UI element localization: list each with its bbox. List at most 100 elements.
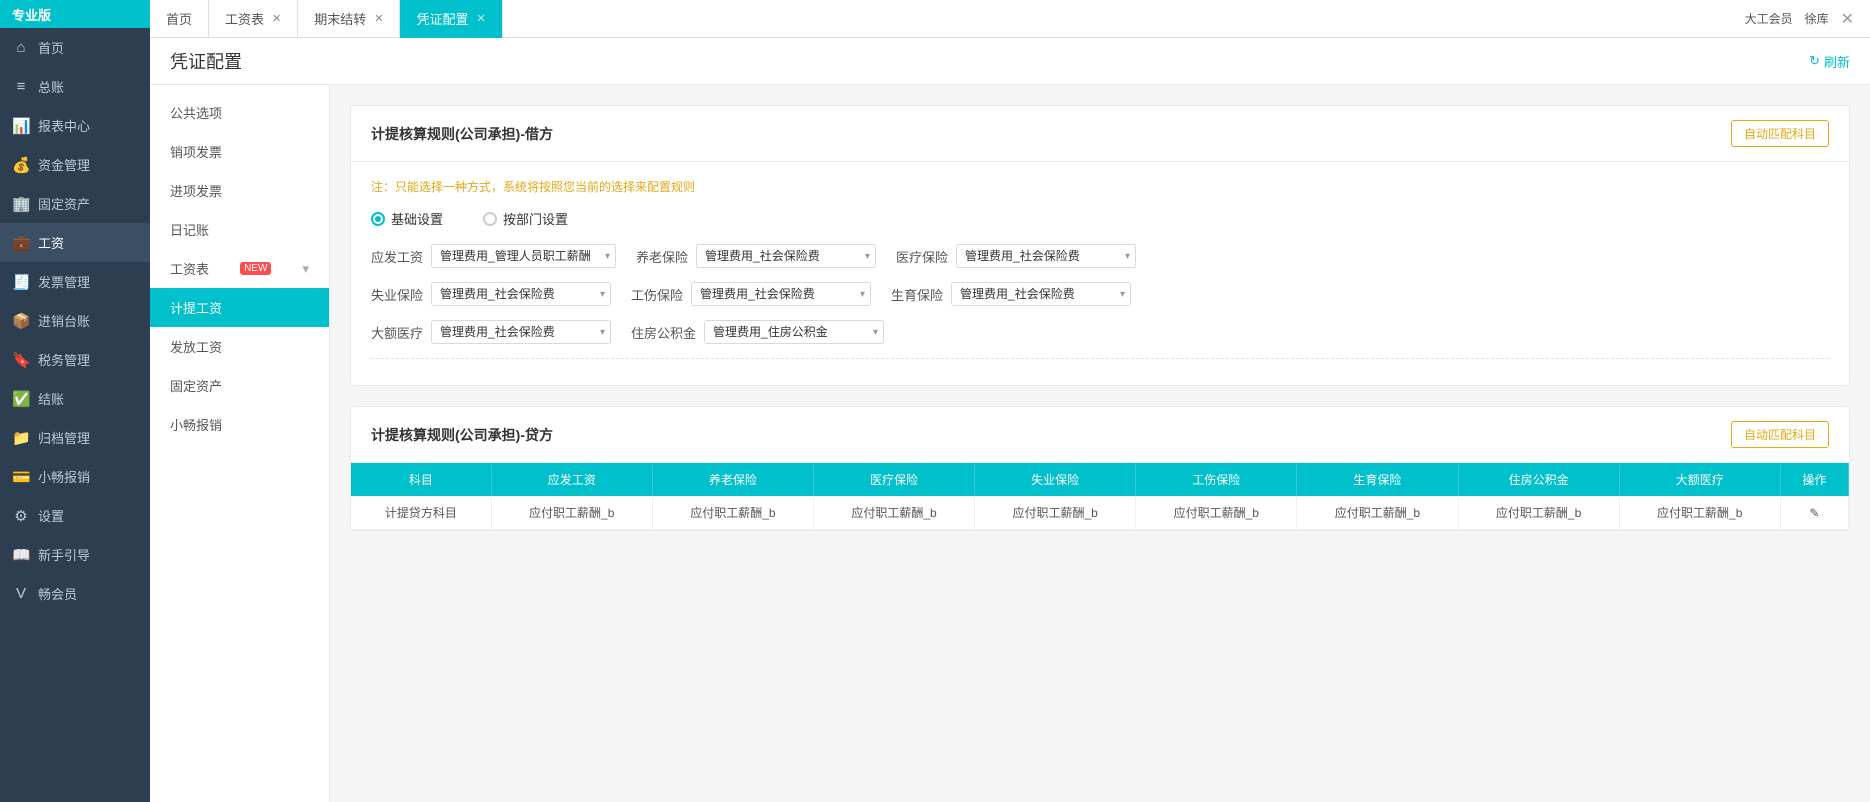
injury-select[interactable]: 管理费用_社会保险费 [691, 282, 871, 306]
sidebar-item-report[interactable]: 📊 报表中心 [0, 106, 150, 145]
sidebar-item-label: 小畅报销 [38, 467, 90, 486]
app-logo: 专业版 [0, 0, 150, 28]
tab-home[interactable]: 首页 [150, 0, 209, 38]
credit-section: 计提核算规则(公司承担)-贷方 自动匹配科目 科目 应发工资 养老保险 医疗保险… [350, 406, 1850, 531]
refresh-button[interactable]: ↻ 刷新 [1809, 52, 1850, 71]
cell-pension: 应付职工薪酬_b [652, 496, 813, 530]
nav-item-calc-salary-label: 计提工资 [170, 298, 222, 317]
tab-salary-table-label: 工资表 [225, 9, 264, 28]
pension-label: 养老保险 [636, 247, 688, 266]
col-action: 操作 [1780, 463, 1848, 496]
sidebar-item-member[interactable]: V 畅会员 [0, 574, 150, 613]
sidebar-item-label: 工资 [38, 233, 64, 252]
field-housing: 住房公积金 管理费用_住房公积金 ▾ [631, 320, 884, 344]
nav-item-sales-invoice-label: 销项发票 [170, 142, 222, 161]
tab-voucher-config[interactable]: 凭证配置 ✕ [400, 0, 502, 38]
nav-item-fixed-assets-label: 固定资产 [170, 376, 222, 395]
sidebar-item-capital[interactable]: 💰 资金管理 [0, 145, 150, 184]
sidebar-item-stock[interactable]: 📦 进销台账 [0, 301, 150, 340]
nav-item-purchase-invoice-label: 进项发票 [170, 181, 222, 200]
expand-icon: ▾ [302, 261, 309, 277]
nav-item-pay-salary[interactable]: 发放工资 [150, 327, 329, 366]
maternity-select[interactable]: 管理费用_社会保险费 [951, 282, 1131, 306]
credit-section-body: 科目 应发工资 养老保险 医疗保险 失业保险 工伤保险 生育保险 住房公积金 大… [351, 463, 1849, 530]
salary-select-wrapper: 管理费用_管理人员职工薪酬 ▾ [431, 244, 616, 268]
pension-select[interactable]: 管理费用_社会保险费 [696, 244, 876, 268]
nav-item-expense-report[interactable]: 小畅报销 [150, 405, 329, 444]
maternity-label: 生育保险 [891, 285, 943, 304]
field-salary: 应发工资 管理费用_管理人员职工薪酬 ▾ [371, 244, 616, 268]
medical-select[interactable]: 管理费用_社会保险费 [956, 244, 1136, 268]
housing-select[interactable]: 管理费用_住房公积金 [704, 320, 884, 344]
col-medical: 医疗保险 [813, 463, 974, 496]
field-pension: 养老保险 管理费用_社会保险费 ▾ [636, 244, 876, 268]
debit-auto-match-button[interactable]: 自动匹配科目 [1731, 120, 1829, 147]
sidebar-item-asset[interactable]: 🏢 固定资产 [0, 184, 150, 223]
salary-select[interactable]: 管理费用_管理人员职工薪酬 [431, 244, 616, 268]
nav-item-pay-salary-label: 发放工资 [170, 337, 222, 356]
tab-salary-table-close[interactable]: ✕ [272, 12, 281, 25]
nav-item-calc-salary[interactable]: 计提工资 [150, 288, 329, 327]
cell-action[interactable]: ✎ [1780, 496, 1848, 530]
sidebar-item-archive[interactable]: 📁 归档管理 [0, 418, 150, 457]
radio-basic[interactable]: 基础设置 [371, 209, 443, 228]
tab-salary-table[interactable]: 工资表 ✕ [209, 0, 298, 38]
nav-item-journal[interactable]: 日记账 [150, 210, 329, 249]
nav-item-fixed-assets[interactable]: 固定资产 [150, 366, 329, 405]
field-medical: 医疗保险 管理费用_社会保险费 ▾ [896, 244, 1136, 268]
debit-section-title: 计提核算规则(公司承担)-借方 [371, 124, 553, 144]
sidebar-item-ledger[interactable]: ≡ 总账 [0, 67, 150, 106]
credit-auto-match-button[interactable]: 自动匹配科目 [1731, 421, 1829, 448]
sidebar-item-settings[interactable]: ⚙ 设置 [0, 496, 150, 535]
radio-basic-circle [371, 212, 385, 226]
major-medical-select[interactable]: 管理费用_社会保险费 [431, 320, 611, 344]
unemployment-label: 失业保险 [371, 285, 423, 304]
home-icon: ⌂ [12, 39, 30, 56]
major-medical-label: 大额医疗 [371, 323, 423, 342]
settle-icon: ✅ [12, 390, 30, 408]
sidebar-item-label: 资金管理 [38, 155, 90, 174]
unemployment-select-wrapper: 管理费用_社会保险费 ▾ [431, 282, 611, 306]
asset-icon: 🏢 [12, 195, 30, 213]
nav-item-purchase-invoice[interactable]: 进项发票 [150, 171, 329, 210]
tab-voucher-config-close[interactable]: ✕ [477, 12, 486, 25]
sidebar-item-settle[interactable]: ✅ 结账 [0, 379, 150, 418]
field-major-medical: 大额医疗 管理费用_社会保险费 ▾ [371, 320, 611, 344]
content-area: 公共选项 销项发票 进项发票 日记账 工资表 NEW ▾ 计提工资 发放工资 [150, 85, 1870, 802]
radio-dept[interactable]: 按部门设置 [483, 209, 568, 228]
sidebar-item-label: 设置 [38, 506, 64, 525]
credit-section-header: 计提核算规则(公司承担)-贷方 自动匹配科目 [351, 407, 1849, 463]
radio-dept-label: 按部门设置 [503, 209, 568, 228]
tab-period-end-label: 期末结转 [314, 9, 366, 28]
cell-medical: 应付职工薪酬_b [813, 496, 974, 530]
ledger-icon: ≡ [12, 78, 30, 95]
radio-dept-circle [483, 212, 497, 226]
tab-period-end-close[interactable]: ✕ [374, 12, 383, 25]
page-header: 凭证配置 ↻ 刷新 [150, 38, 1870, 85]
top-right-user: 大工会员 徐库 ✕ [1745, 9, 1870, 29]
sidebar-item-label: 税务管理 [38, 350, 90, 369]
sidebar-item-salary[interactable]: 💼 工资 [0, 223, 150, 262]
tab-period-end[interactable]: 期末结转 ✕ [298, 0, 400, 38]
close-window-icon[interactable]: ✕ [1841, 9, 1854, 29]
nav-item-sales-invoice[interactable]: 销项发票 [150, 132, 329, 171]
injury-label: 工伤保险 [631, 285, 683, 304]
sidebar-item-invoice[interactable]: 🧾 发票管理 [0, 262, 150, 301]
nav-item-public[interactable]: 公共选项 [150, 93, 329, 132]
unemployment-select[interactable]: 管理费用_社会保险费 [431, 282, 611, 306]
sidebar-item-home[interactable]: ⌂ 首页 [0, 28, 150, 67]
cell-major-medical: 应付职工薪酬_b [1619, 496, 1780, 530]
new-badge: NEW [240, 262, 271, 275]
invoice-icon: 🧾 [12, 273, 30, 291]
nav-item-salary-table[interactable]: 工资表 NEW ▾ [150, 249, 329, 288]
sidebar-item-expense[interactable]: 💳 小畅报销 [0, 457, 150, 496]
sidebar-item-label: 归档管理 [38, 428, 90, 447]
cell-unemployment: 应付职工薪酬_b [975, 496, 1136, 530]
sidebar-item-guide[interactable]: 📖 新手引导 [0, 535, 150, 574]
cell-housing: 应付职工薪酬_b [1458, 496, 1619, 530]
debit-radio-group: 基础设置 按部门设置 [371, 209, 1829, 228]
sidebar-item-tax[interactable]: 🔖 税务管理 [0, 340, 150, 379]
medical-label: 医疗保险 [896, 247, 948, 266]
table-row: 计提贷方科目 应付职工薪酬_b 应付职工薪酬_b 应付职工薪酬_b 应付职工薪酬… [351, 496, 1849, 530]
sidebar: 专业版 ⌂ 首页 ≡ 总账 📊 报表中心 💰 资金管理 🏢 固定资产 💼 工资 … [0, 0, 150, 802]
